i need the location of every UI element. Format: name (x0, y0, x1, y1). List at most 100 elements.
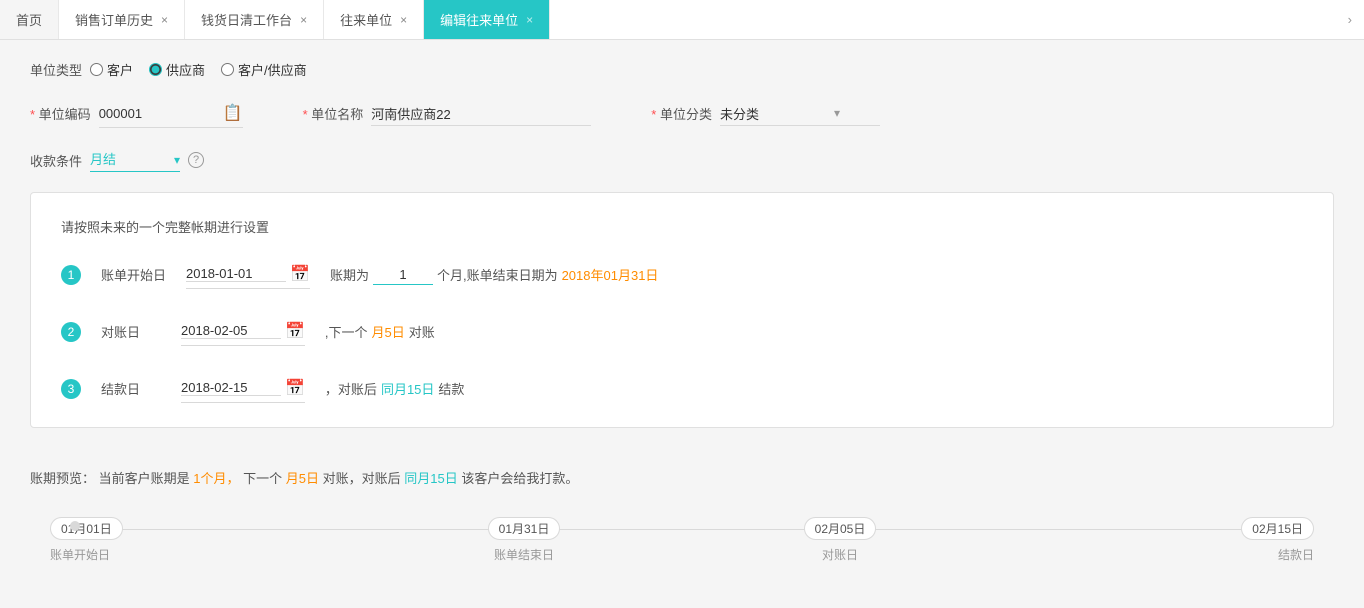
tab-partner-label: 往来单位 (340, 10, 392, 29)
unit-category-input[interactable] (720, 106, 830, 121)
row-label-2: 对账日 (101, 322, 161, 341)
unit-code-label: 单位编码 (30, 104, 91, 123)
timeline-points: 01月01日 账单开始日 01月31日 账单结束日 02月05日 对账日 02月… (50, 517, 1314, 563)
unit-code-icon[interactable]: 📋 (223, 103, 243, 123)
tab-cash-work[interactable]: 钱货日清工作台 × (185, 0, 324, 39)
main-content: 单位类型 客户 供应商 客户/供应商 单位编码 (0, 40, 1364, 608)
tab-home[interactable]: 首页 (0, 0, 59, 39)
timeline-badge-2: 02月05日 (804, 517, 877, 540)
radio-both-input[interactable] (221, 63, 234, 76)
unit-category-label: 单位分类 (651, 104, 712, 123)
settings-row-3: 3 结款日 📅 ，对账后 同月15日 结款 (61, 374, 1303, 403)
unit-code-group: 单位编码 📋 (30, 99, 243, 128)
preview-orange1: 1个月， (193, 471, 239, 486)
tab-sales-history-label: 销售订单历史 (75, 10, 153, 29)
unit-code-input[interactable] (99, 106, 219, 121)
tab-home-label: 首页 (16, 10, 42, 29)
radio-supplier-label: 供应商 (166, 60, 205, 79)
preview-text-mid1: 下一个 (243, 471, 282, 486)
unit-info-row: 单位编码 📋 单位名称 单位分类 ▾ (30, 99, 1334, 128)
unit-category-select-wrapper: ▾ (720, 102, 880, 126)
unit-name-label: 单位名称 (303, 104, 364, 123)
tab-edit-partner[interactable]: 编辑往来单位 × (424, 0, 550, 39)
tab-cash-work-close[interactable]: × (300, 13, 307, 27)
row-number-2: 2 (61, 322, 81, 342)
tab-partner[interactable]: 往来单位 × (324, 0, 424, 39)
preview-text-mid2: 对账，对账后 (323, 471, 401, 486)
tab-edit-partner-label: 编辑往来单位 (440, 10, 518, 29)
row-number-1: 1 (61, 265, 81, 285)
row2-desc: ,下一个 月5日 对账 (325, 322, 435, 341)
row1-desc-suffix: 个月,账单结束日期为 (437, 265, 558, 284)
unit-type-group: 单位类型 客户 供应商 客户/供应商 (30, 60, 307, 79)
unit-type-label: 单位类型 (30, 60, 82, 79)
row2-calendar-icon[interactable]: 📅 (285, 321, 305, 341)
timeline-badge-1: 01月31日 (488, 517, 561, 540)
preview-text: 账期预览： 当前客户账期是 1个月， 下一个 月5日 对账，对账后 同月15日 … (30, 468, 1334, 487)
row2-desc-prefix: ,下一个 (325, 322, 368, 341)
preview-text-prefix: 当前客户账期是 (99, 471, 190, 486)
timeline-label-2: 对账日 (822, 546, 858, 563)
unit-type-row: 单位类型 客户 供应商 客户/供应商 (30, 60, 1334, 79)
timeline-point-3: 02月15日 结款日 (998, 517, 1314, 563)
row1-period-input[interactable] (373, 265, 433, 285)
row3-date-input[interactable] (181, 380, 281, 396)
unit-name-input[interactable] (371, 102, 591, 126)
row-label-1: 账单开始日 (101, 265, 166, 284)
row2-date-input[interactable] (181, 323, 281, 339)
row2-highlight-day: 月5日 (372, 322, 405, 341)
timeline: 01月01日 账单开始日 01月31日 账单结束日 02月05日 对账日 02月… (30, 517, 1334, 563)
preview-orange2: 月5日 (286, 471, 319, 486)
timeline-badge-3: 02月15日 (1241, 517, 1314, 540)
unit-code-input-wrapper: 📋 (99, 99, 243, 128)
timeline-point-1: 01月31日 账单结束日 (366, 517, 682, 563)
row3-desc-suffix: 结款 (438, 379, 464, 398)
radio-supplier-input[interactable] (149, 63, 162, 76)
preview-text-suffix: 该客户会给我打款。 (461, 471, 578, 486)
tab-more-button[interactable]: › (1336, 0, 1364, 39)
unit-type-radio-group: 客户 供应商 客户/供应商 (90, 60, 307, 79)
tab-edit-partner-close[interactable]: × (526, 13, 533, 27)
row2-desc-suffix: 对账 (409, 322, 435, 341)
payment-condition-chevron-icon: ▾ (174, 153, 180, 167)
tab-sales-history-close[interactable]: × (161, 13, 168, 27)
row2-date-wrapper: 📅 (181, 317, 305, 346)
settings-box: 请按照未来的一个完整帐期进行设置 1 账单开始日 📅 账期为 个月,账单结束日期… (30, 192, 1334, 428)
radio-customer-input[interactable] (90, 63, 103, 76)
unit-name-group: 单位名称 (303, 102, 592, 126)
unit-category-chevron-icon: ▾ (834, 106, 840, 120)
radio-supplier[interactable]: 供应商 (149, 60, 205, 79)
row1-highlight-date: 2018年01月31日 (562, 265, 659, 284)
payment-condition-group: 收款条件 月结 现结 周结 ▾ ? (30, 148, 204, 172)
timeline-label-0: 账单开始日 (50, 546, 110, 563)
row1-desc: 账期为 个月,账单结束日期为 2018年01月31日 (330, 265, 658, 285)
radio-customer[interactable]: 客户 (90, 60, 133, 79)
timeline-point-2: 02月05日 对账日 (682, 517, 998, 563)
payment-condition-select[interactable]: 月结 现结 周结 (90, 152, 170, 167)
preview-label: 账期预览： (30, 471, 95, 486)
row3-desc: ，对账后 同月15日 结款 (325, 379, 465, 398)
timeline-point-0: 01月01日 账单开始日 (50, 517, 366, 563)
settings-title: 请按照未来的一个完整帐期进行设置 (61, 217, 1303, 236)
preview-section: 账期预览： 当前客户账期是 1个月， 下一个 月5日 对账，对账后 同月15日 … (30, 448, 1334, 563)
unit-category-group: 单位分类 ▾ (651, 102, 880, 126)
row3-calendar-icon[interactable]: 📅 (285, 378, 305, 398)
row1-date-wrapper: 📅 (186, 260, 310, 289)
row3-desc-prefix: ，对账后 (325, 379, 377, 398)
row3-highlight-day: 同月15日 (381, 379, 434, 398)
tab-cash-work-label: 钱货日清工作台 (201, 10, 292, 29)
radio-both[interactable]: 客户/供应商 (221, 60, 307, 79)
timeline-label-1: 账单结束日 (494, 546, 554, 563)
payment-condition-label: 收款条件 (30, 151, 82, 170)
tab-sales-history[interactable]: 销售订单历史 × (59, 0, 185, 39)
row1-calendar-icon[interactable]: 📅 (290, 264, 310, 284)
radio-both-label: 客户/供应商 (238, 60, 307, 79)
row3-date-wrapper: 📅 (181, 374, 305, 403)
payment-condition-help-icon[interactable]: ? (188, 152, 204, 168)
tab-bar: 首页 销售订单历史 × 钱货日清工作台 × 往来单位 × 编辑往来单位 × › (0, 0, 1364, 40)
row1-date-input[interactable] (186, 266, 286, 282)
payment-condition-row: 收款条件 月结 现结 周结 ▾ ? (30, 148, 1334, 172)
tab-partner-close[interactable]: × (400, 13, 407, 27)
timeline-label-3: 结款日 (1278, 546, 1314, 563)
row-label-3: 结款日 (101, 379, 161, 398)
